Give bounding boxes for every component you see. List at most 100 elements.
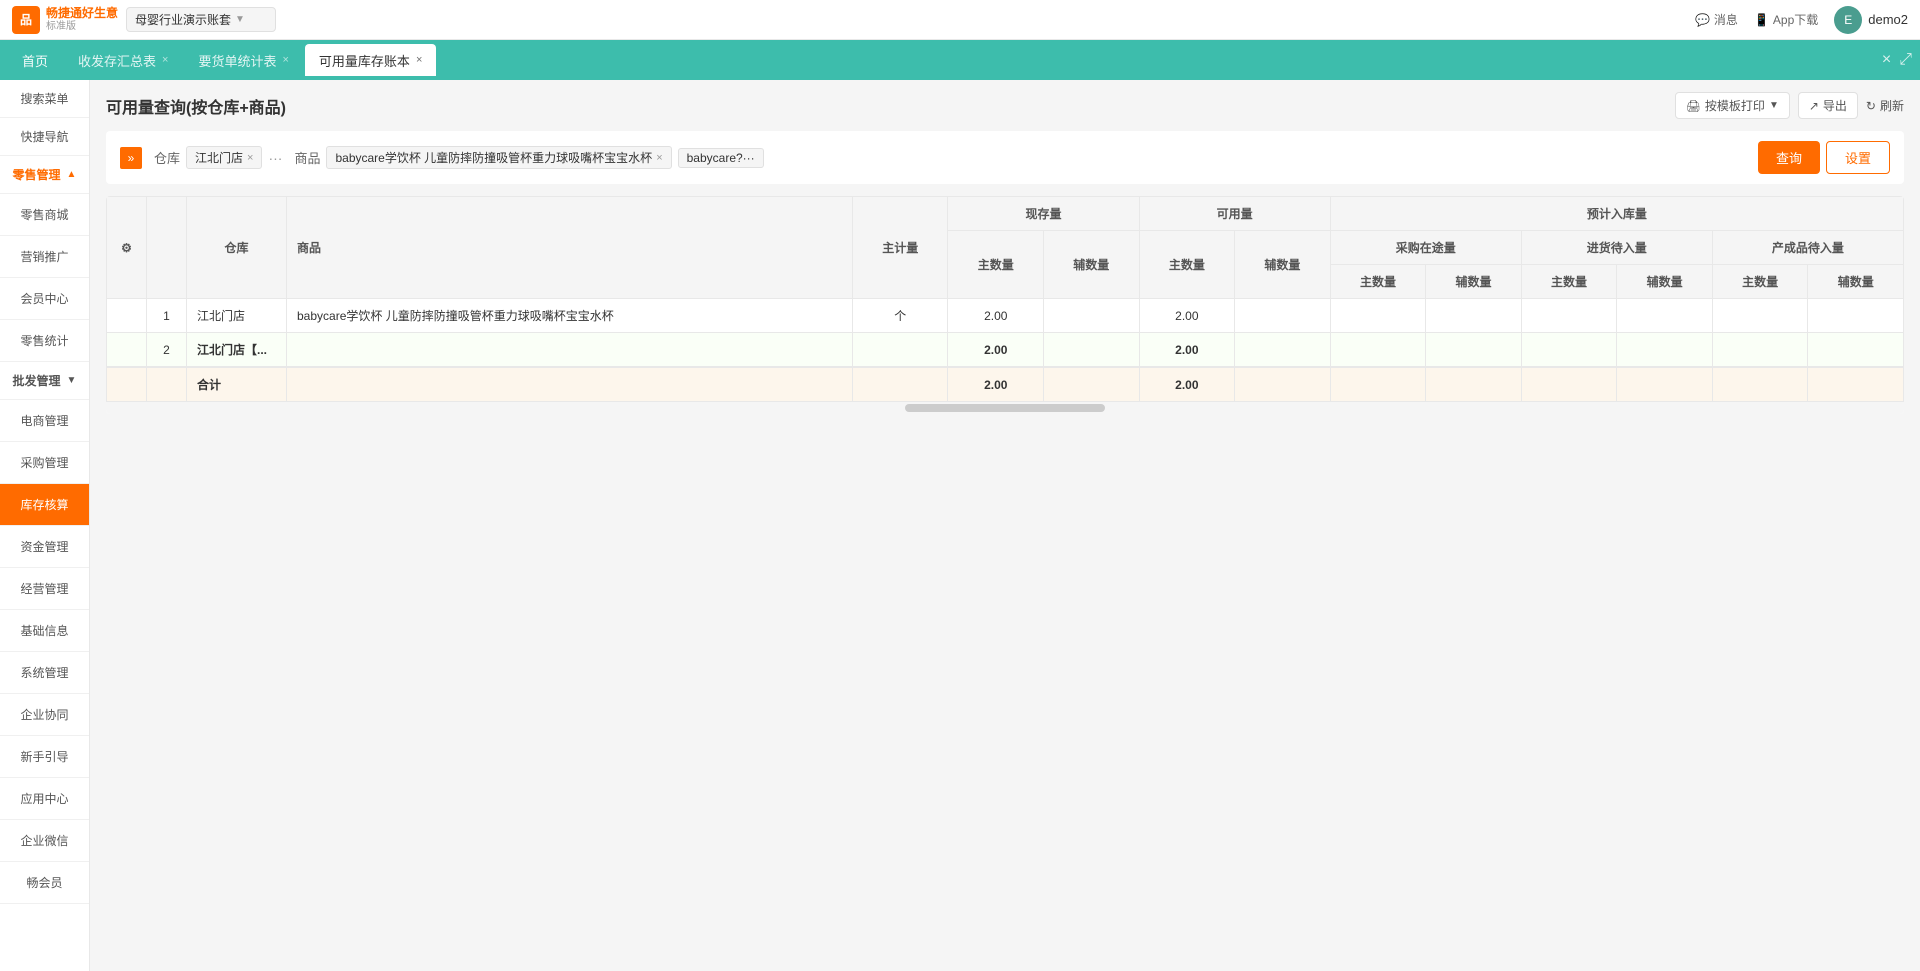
sidebar-item-basic-info[interactable]: 基础信息: [0, 610, 89, 652]
tab-available-stock[interactable]: 可用量库存账本 ×: [305, 44, 436, 76]
footer-p1: [1330, 367, 1426, 402]
row2-production-aux: [1808, 333, 1904, 368]
table-row: 2 江北门店【... 2.00 2.00: [107, 333, 1904, 368]
expand-filter-button[interactable]: »: [120, 147, 142, 169]
nav-actions: × ⤢: [1882, 51, 1912, 69]
purchase-transit-aux: 辅数量: [1426, 265, 1522, 299]
template-print-button[interactable]: 🖨 按模板打印 ▼: [1675, 92, 1790, 119]
sidebar-item-finance[interactable]: 资金管理: [0, 526, 89, 568]
tab-home[interactable]: 首页: [8, 44, 62, 76]
row1-product: babycare学饮杯 儿童防摔防撞吸管杯重力球吸嘴杯宝宝水杯: [287, 299, 853, 333]
search-menu[interactable]: 搜索菜单: [0, 80, 89, 118]
remove-warehouse-icon[interactable]: ×: [247, 152, 253, 164]
sidebar-item-retail-stats[interactable]: 零售统计: [0, 320, 89, 362]
refresh-button[interactable]: ↻ 刷新: [1866, 97, 1904, 114]
purchase-arrival-aux: 辅数量: [1617, 265, 1713, 299]
sidebar: 搜索菜单 快捷导航 零售管理 ▲ 零售商城 营销推广 会员中心 零售统计 批发管…: [0, 80, 90, 971]
tab-order-stats[interactable]: 要货单统计表 ×: [184, 44, 302, 76]
close-window-button[interactable]: ×: [1882, 51, 1891, 69]
current-main-header: 主数量: [948, 231, 1044, 299]
top-bar-left: 品 畅捷通好生意 标准版 母婴行业演示账套 ▼: [12, 6, 276, 34]
refresh-label: 刷新: [1880, 97, 1904, 114]
sidebar-item-ecommerce[interactable]: 电商管理: [0, 400, 89, 442]
purchase-arrival-main: 主数量: [1521, 265, 1617, 299]
sidebar-item-enterprise-wechat[interactable]: 企业微信: [0, 820, 89, 862]
message-label: 消息: [1714, 11, 1738, 28]
close-icon[interactable]: ×: [416, 54, 422, 66]
tab-home-label: 首页: [22, 51, 48, 70]
top-bar: 品 畅捷通好生意 标准版 母婴行业演示账套 ▼ 💬 消息 📱 App下载 E d…: [0, 0, 1920, 40]
top-bar-right: 💬 消息 📱 App下载 E demo2: [1695, 6, 1908, 34]
expand-window-button[interactable]: ⤢: [1899, 51, 1912, 69]
chevron-down-icon: ▼: [1769, 100, 1779, 111]
sidebar-item-label: 企业协同: [20, 706, 68, 723]
sidebar-item-label: 零售商城: [20, 206, 68, 223]
app-download-label: App下载: [1773, 11, 1818, 28]
sidebar-item-wholesale[interactable]: 批发管理 ▼: [0, 362, 89, 400]
org-name: 母婴行业演示账套: [135, 11, 231, 28]
footer-p5: [1712, 367, 1808, 402]
sidebar-item-label: 零售统计: [20, 332, 68, 349]
product-tag1-value: babycare学饮杯 儿童防摔防撞吸管杯重力球吸嘴杯宝宝水杯: [335, 149, 652, 166]
footer-settings: [107, 367, 147, 402]
footer-p4: [1617, 367, 1713, 402]
more-filters-icon[interactable]: ···: [268, 150, 282, 166]
export-icon: ↗: [1809, 99, 1819, 113]
seq-col-header: [147, 197, 187, 299]
product-filter-group: 商品 babycare学饮杯 儿童防摔防撞吸管杯重力球吸嘴杯宝宝水杯 × bab…: [294, 146, 763, 169]
sidebar-item-marketing[interactable]: 营销推广: [0, 236, 89, 278]
sidebar-item-label: 新手引导: [20, 748, 68, 765]
sidebar-item-member-center[interactable]: 会员中心: [0, 278, 89, 320]
sidebar-item-label: 系统管理: [20, 664, 68, 681]
sidebar-item-label: 电商管理: [20, 412, 68, 429]
sidebar-item-retail-management[interactable]: 零售管理 ▲: [0, 156, 89, 194]
sidebar-item-new-guide[interactable]: 新手引导: [0, 736, 89, 778]
brand-edition: 标准版: [46, 21, 118, 33]
warehouse-filter-tag[interactable]: 江北门店 ×: [186, 146, 262, 169]
settings-button[interactable]: 设置: [1826, 141, 1890, 174]
sidebar-item-app-center[interactable]: 应用中心: [0, 778, 89, 820]
tab-order-stats-label: 要货单统计表: [198, 51, 276, 70]
sidebar-item-member-app[interactable]: 畅会员: [0, 862, 89, 904]
quick-nav[interactable]: 快捷导航: [0, 118, 89, 156]
row2-available-main: 2.00: [1139, 333, 1235, 368]
sidebar-item-inventory[interactable]: 库存核算: [0, 484, 89, 526]
message-action[interactable]: 💬 消息: [1695, 11, 1738, 28]
footer-available-main: 2.00: [1139, 367, 1235, 402]
org-selector[interactable]: 母婴行业演示账套 ▼: [126, 7, 276, 32]
scrollbar-thumb[interactable]: [905, 404, 1105, 412]
sidebar-item-operations[interactable]: 经营管理: [0, 568, 89, 610]
sidebar-item-system[interactable]: 系统管理: [0, 652, 89, 694]
product-filter-tag2[interactable]: babycare?···: [678, 148, 764, 168]
query-button[interactable]: 查询: [1758, 141, 1820, 174]
row2-current-aux: [1044, 333, 1140, 368]
user-profile[interactable]: E demo2: [1834, 6, 1908, 34]
export-button[interactable]: ↗ 导出: [1798, 92, 1858, 119]
sidebar-item-enterprise-collab[interactable]: 企业协同: [0, 694, 89, 736]
footer-p3: [1521, 367, 1617, 402]
warehouse-tag-value: 江北门店: [195, 149, 243, 166]
row1-warehouse: 江北门店: [187, 299, 287, 333]
main-layout: 搜索菜单 快捷导航 零售管理 ▲ 零售商城 营销推广 会员中心 零售统计 批发管…: [0, 80, 1920, 971]
tab-summary[interactable]: 收发存汇总表 ×: [64, 44, 182, 76]
settings-icon[interactable]: ⚙: [121, 241, 132, 255]
sidebar-item-purchase[interactable]: 采购管理: [0, 442, 89, 484]
settings-col-header: ⚙: [107, 197, 147, 299]
remove-product1-icon[interactable]: ×: [656, 152, 662, 164]
close-icon[interactable]: ×: [282, 54, 288, 66]
content-area: 可用量查询(按仓库+商品) 🖨 按模板打印 ▼ ↗ 导出 ↻ 刷新: [90, 80, 1920, 971]
sidebar-item-label: 营销推广: [20, 248, 68, 265]
row2-unit: [852, 333, 948, 368]
close-icon[interactable]: ×: [162, 54, 168, 66]
row1-production-aux: [1808, 299, 1904, 333]
horizontal-scrollbar[interactable]: [106, 402, 1904, 414]
quick-nav-label: 快捷导航: [20, 130, 68, 144]
table-footer-row: 合计 2.00 2.00: [107, 367, 1904, 402]
row1-settings: [107, 299, 147, 333]
filter-actions: 查询 设置: [1758, 141, 1890, 174]
sidebar-item-retail-mall[interactable]: 零售商城: [0, 194, 89, 236]
row1-seq: 1: [147, 299, 187, 333]
filter-section: » 仓库 江北门店 × ··· 商品 babycare学饮杯 儿童防摔防撞吸管杯…: [106, 131, 1904, 184]
app-download-action[interactable]: 📱 App下载: [1754, 11, 1818, 28]
product-filter-tag1[interactable]: babycare学饮杯 儿童防摔防撞吸管杯重力球吸嘴杯宝宝水杯 ×: [326, 146, 671, 169]
